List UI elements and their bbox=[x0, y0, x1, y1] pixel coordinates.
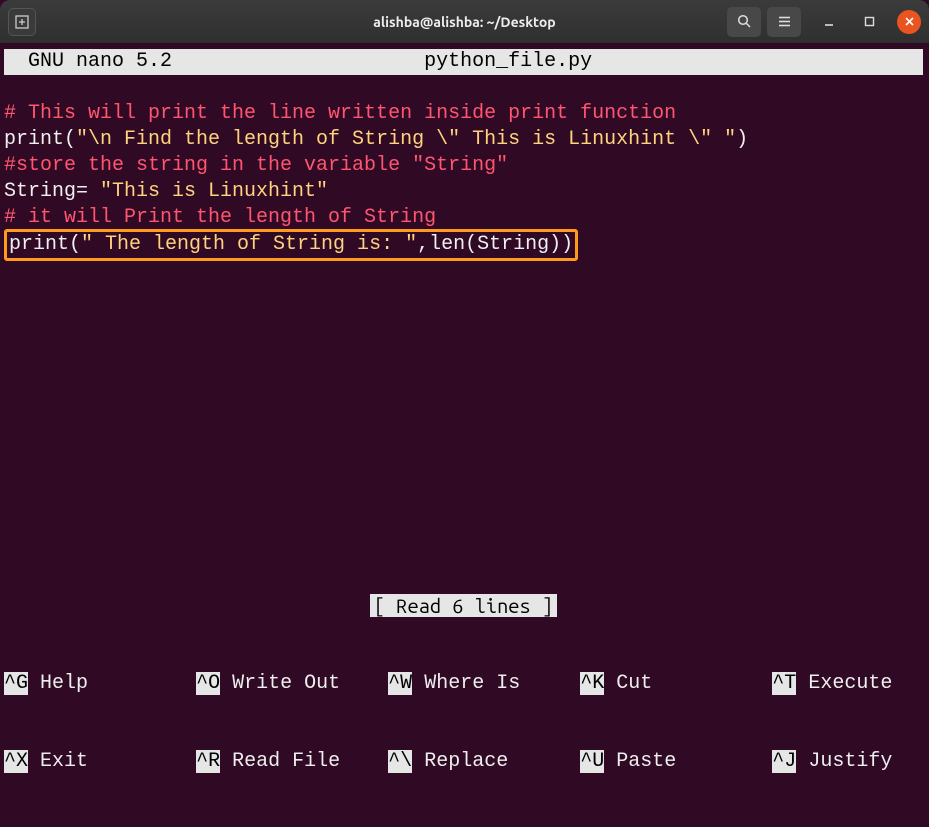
minimize-button[interactable] bbox=[817, 10, 841, 34]
hamburger-icon bbox=[777, 14, 792, 29]
shortcut-desc-cut: Cut bbox=[616, 672, 652, 695]
shortcut-key-execute: ^T bbox=[772, 672, 796, 695]
shortcut-desc-replace: Replace bbox=[424, 750, 508, 773]
shortcut-desc-writeout: Write Out bbox=[232, 672, 340, 695]
shortcut-desc-justify: Justify bbox=[808, 750, 892, 773]
window-titlebar: alishba@alishba: ~/Desktop bbox=[0, 0, 929, 43]
shortcut-desc-paste: Paste bbox=[616, 750, 676, 773]
shortcut-key-whereis: ^W bbox=[388, 672, 412, 695]
code-line-5: # it will Print the length of String bbox=[4, 206, 436, 229]
shortcut-key-writeout: ^O bbox=[196, 672, 220, 695]
nano-file-name: python_file.py bbox=[424, 50, 592, 73]
nano-status: [ Read 6 lines ] bbox=[4, 593, 923, 619]
nano-status-text: [ Read 6 lines ] bbox=[370, 594, 557, 617]
search-icon bbox=[737, 14, 752, 29]
terminal-area[interactable]: GNU nano 5.2 python_file.py # This will … bbox=[4, 49, 923, 671]
shortcut-desc-readfile: Read File bbox=[232, 750, 340, 773]
nano-header: GNU nano 5.2 python_file.py bbox=[4, 49, 923, 75]
close-icon bbox=[904, 16, 915, 27]
new-tab-icon bbox=[15, 15, 29, 29]
highlighted-line: print(" The length of String is: ",len(S… bbox=[4, 229, 578, 261]
shortcut-key-help: ^G bbox=[4, 672, 28, 695]
code-line-6b: " The length of String is: " bbox=[81, 233, 417, 256]
shortcut-row-1: ^G Help ^O Write Out ^W Where Is ^K Cut … bbox=[4, 671, 923, 697]
shortcut-key-readfile: ^R bbox=[196, 750, 220, 773]
maximize-button[interactable] bbox=[857, 10, 881, 34]
minimize-icon bbox=[823, 16, 835, 28]
shortcut-key-justify: ^J bbox=[772, 750, 796, 773]
shortcut-row-2: ^X Exit ^R Read File ^\ Replace ^U Paste… bbox=[4, 749, 923, 775]
code-line-2a: print( bbox=[4, 128, 76, 151]
code-line-4b: "This is Linuxhint" bbox=[100, 180, 328, 203]
code-line-2c: ) bbox=[736, 128, 748, 151]
shortcut-desc-help: Help bbox=[40, 672, 88, 695]
menu-button[interactable] bbox=[767, 7, 801, 37]
editor-content[interactable]: # This will print the line written insid… bbox=[4, 75, 923, 261]
search-button[interactable] bbox=[727, 7, 761, 37]
code-line-6a: print( bbox=[9, 233, 81, 256]
shortcut-key-replace: ^\ bbox=[388, 750, 412, 773]
close-button[interactable] bbox=[897, 10, 921, 34]
new-tab-button[interactable] bbox=[8, 8, 36, 36]
code-line-3: #store the string in the variable "Strin… bbox=[4, 154, 508, 177]
code-line-4a: String= bbox=[4, 180, 100, 203]
code-line-2b: "\n Find the length of String \" This is… bbox=[76, 128, 736, 151]
code-line-6c: ,len(String)) bbox=[417, 233, 573, 256]
shortcut-desc-whereis: Where Is bbox=[424, 672, 520, 695]
shortcut-key-paste: ^U bbox=[580, 750, 604, 773]
shortcut-desc-exit: Exit bbox=[40, 750, 88, 773]
maximize-icon bbox=[864, 16, 875, 27]
shortcut-key-cut: ^K bbox=[580, 672, 604, 695]
shortcut-key-exit: ^X bbox=[4, 750, 28, 773]
shortcut-desc-execute: Execute bbox=[808, 672, 892, 695]
nano-app-name: GNU nano 5.2 bbox=[28, 50, 172, 73]
code-line-1: # This will print the line written insid… bbox=[4, 102, 676, 125]
nano-shortcuts: ^G Help ^O Write Out ^W Where Is ^K Cut … bbox=[4, 619, 923, 671]
